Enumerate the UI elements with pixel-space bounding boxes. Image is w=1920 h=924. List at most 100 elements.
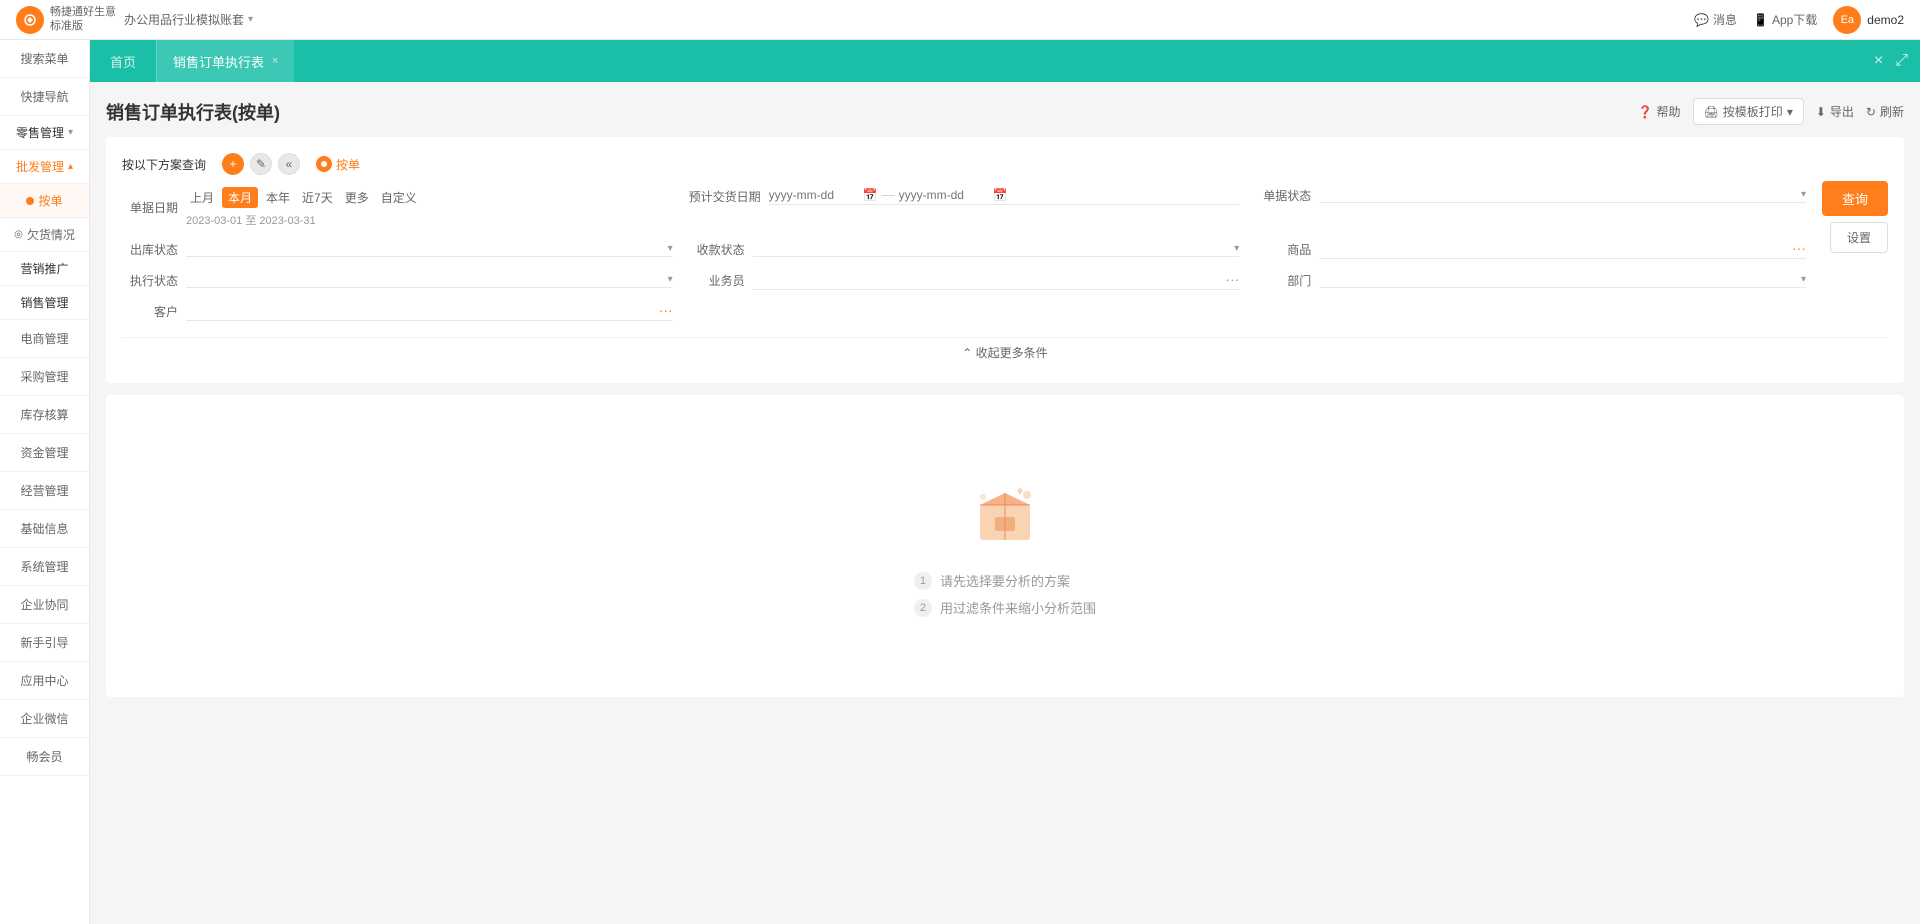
- search-top: 按以下方案查询 + ✎ « 按单: [122, 153, 1806, 175]
- refresh-icon: ↻: [1866, 105, 1876, 119]
- sidebar-item-wholesale[interactable]: 批发管理 ▴: [0, 150, 89, 184]
- collect-select[interactable]: ▾: [753, 243, 1240, 257]
- quicknav-label: 快捷导航: [20, 88, 68, 105]
- marketing-label: 营销推广: [20, 260, 68, 277]
- active-scheme-label: 按单: [336, 156, 360, 173]
- goods-picker-btn[interactable]: ···: [1792, 240, 1806, 256]
- top-bar: 畅捷通好生意 标准版 办公用品行业模拟账套 ▾ 💬 消息 📱 App下载 Ea …: [0, 0, 1920, 40]
- app-download-btn[interactable]: 📱 App下载: [1753, 11, 1817, 28]
- outstock-select[interactable]: ▾: [186, 243, 673, 257]
- sidebar-sub-debt[interactable]: ◎ 欠货情况: [0, 218, 89, 252]
- sidebar-item-enterprise[interactable]: 企业协同: [0, 586, 89, 624]
- expected-date-end-input[interactable]: [899, 188, 989, 202]
- filter-expected-date: 预计交货日期 📅 — 📅: [689, 187, 1240, 205]
- tab-close-window-btn[interactable]: ×: [1870, 48, 1887, 74]
- tab-bar: 首页 销售订单执行表 × × ⤢: [90, 40, 1920, 82]
- scheme-actions: + ✎ «: [222, 153, 300, 175]
- status-select[interactable]: ▾: [1319, 189, 1806, 203]
- logo-text: 畅捷通好生意 标准版: [50, 6, 116, 32]
- retail-expand-icon: ▾: [68, 127, 73, 138]
- filter-dept: 部门 ▾: [1255, 272, 1806, 289]
- export-icon: ⬇: [1816, 105, 1826, 119]
- help-btn[interactable]: ❓ 帮助: [1638, 103, 1681, 120]
- user-area[interactable]: Ea demo2: [1833, 6, 1904, 34]
- empty-tip-1: 1 请先选择要分析的方案: [914, 571, 1096, 590]
- operations-label: 经营管理: [20, 482, 68, 499]
- salesperson-picker-btn[interactable]: ···: [1225, 271, 1239, 287]
- sidebar-item-operations[interactable]: 经营管理: [0, 472, 89, 510]
- sidebar-item-ecommerce[interactable]: 电商管理: [0, 320, 89, 358]
- sidebar-item-sales[interactable]: 销售管理: [0, 286, 89, 320]
- sidebar-item-purchase[interactable]: 采购管理: [0, 358, 89, 396]
- customer-picker-btn[interactable]: ···: [659, 302, 673, 318]
- basic-label: 基础信息: [20, 520, 68, 537]
- date-tab-thismonth[interactable]: 本月: [222, 187, 258, 208]
- sidebar-item-marketing[interactable]: 营销推广: [0, 252, 89, 286]
- outstock-chevron-icon: ▾: [668, 243, 673, 254]
- purchase-label: 采购管理: [20, 368, 68, 385]
- sidebar-item-system[interactable]: 系统管理: [0, 548, 89, 586]
- sidebar-item-retail[interactable]: 零售管理 ▾: [0, 116, 89, 150]
- empty-tips: 1 请先选择要分析的方案 2 用过滤条件来缩小分析范围: [914, 571, 1096, 617]
- expected-date-label: 预计交货日期: [689, 188, 761, 205]
- tip-num-1: 1: [914, 572, 932, 590]
- message-btn[interactable]: 💬 消息: [1694, 11, 1737, 28]
- date-tab-lastmonth[interactable]: 上月: [186, 187, 218, 208]
- avatar: Ea: [1833, 6, 1861, 34]
- page-actions: ❓ 帮助 🖨 按模板打印 ▾ ⬇ 导出 ↻ 刷新: [1638, 98, 1904, 125]
- export-btn[interactable]: ⬇ 导出: [1816, 103, 1854, 120]
- filter-status: 单据状态 ▾: [1255, 187, 1806, 204]
- system-label: 系统管理: [20, 558, 68, 575]
- sidebar-item-member[interactable]: 畅会员: [0, 738, 89, 776]
- tab-maximize-btn[interactable]: ⤢: [1891, 48, 1912, 74]
- active-scheme[interactable]: 按单: [316, 156, 360, 173]
- outstock-label: 出库状态: [122, 241, 178, 258]
- sidebar-item-finance[interactable]: 资金管理: [0, 434, 89, 472]
- scheme-collapse-btn[interactable]: «: [278, 153, 300, 175]
- sidebar-item-newguide[interactable]: 新手引导: [0, 624, 89, 662]
- dept-label: 部门: [1255, 272, 1311, 289]
- sidebar-item-appcenter[interactable]: 应用中心: [0, 662, 89, 700]
- breadcrumb-dropdown-btn[interactable]: ▾: [248, 14, 253, 25]
- date-tab-custom[interactable]: 自定义: [377, 187, 421, 208]
- content-area: 首页 销售订单执行表 × × ⤢ 销售订单执行表(按单) ❓ 帮助: [90, 40, 1920, 924]
- inventory-label: 库存核算: [20, 406, 68, 423]
- scheme-add-btn[interactable]: +: [222, 153, 244, 175]
- sidebar-item-quicknav[interactable]: 快捷导航: [0, 78, 89, 116]
- user-name: demo2: [1867, 13, 1904, 27]
- print-btn[interactable]: 🖨 按模板打印 ▾: [1693, 98, 1804, 125]
- sidebar-item-corpwechat[interactable]: 企业微信: [0, 700, 89, 738]
- date-tab-more[interactable]: 更多: [341, 187, 373, 208]
- tab-home[interactable]: 首页: [90, 40, 156, 82]
- sidebar-item-search[interactable]: 搜索菜单: [0, 40, 89, 78]
- collapse-more-bar[interactable]: ⌃ 收起更多条件: [122, 337, 1888, 367]
- query-btn[interactable]: 查询: [1822, 181, 1888, 216]
- status-chevron-icon: ▾: [1801, 189, 1806, 200]
- settings-btn[interactable]: 设置: [1830, 222, 1888, 253]
- dept-select[interactable]: ▾: [1319, 274, 1806, 288]
- member-label: 畅会员: [26, 748, 62, 765]
- order-label: 按单: [38, 192, 62, 209]
- refresh-btn[interactable]: ↻ 刷新: [1866, 103, 1904, 120]
- sidebar: 搜索菜单 快捷导航 零售管理 ▾ 批发管理 ▴ 按单 ◎ 欠货情况 营销推广: [0, 40, 90, 924]
- scheme-edit-btn[interactable]: ✎: [250, 153, 272, 175]
- ecommerce-label: 电商管理: [20, 330, 68, 347]
- query-col: 查询 设置: [1822, 153, 1888, 253]
- sidebar-sub-order[interactable]: 按单: [0, 184, 89, 218]
- sidebar-item-basic[interactable]: 基础信息: [0, 510, 89, 548]
- dept-chevron-icon: ▾: [1801, 274, 1806, 285]
- debt-label: 欠货情况: [27, 226, 75, 243]
- date-tab-7days[interactable]: 近7天: [298, 187, 337, 208]
- exec-select[interactable]: ▾: [186, 274, 673, 288]
- date-range-text: 2023-03-01 至 2023-03-31: [186, 212, 673, 228]
- top-bar-right: 💬 消息 📱 App下载 Ea demo2: [1694, 6, 1904, 34]
- page-title: 销售订单执行表(按单): [106, 99, 280, 125]
- expected-date-start-input[interactable]: [769, 188, 859, 202]
- tip-num-2: 2: [914, 599, 932, 617]
- tab-close-btn[interactable]: ×: [272, 55, 278, 67]
- tab-active[interactable]: 销售订单执行表 ×: [156, 40, 294, 82]
- date-tab-thisyear[interactable]: 本年: [262, 187, 294, 208]
- sidebar-item-inventory[interactable]: 库存核算: [0, 396, 89, 434]
- scheme-label: 按以下方案查询: [122, 156, 206, 173]
- corpwechat-label: 企业微信: [20, 710, 68, 727]
